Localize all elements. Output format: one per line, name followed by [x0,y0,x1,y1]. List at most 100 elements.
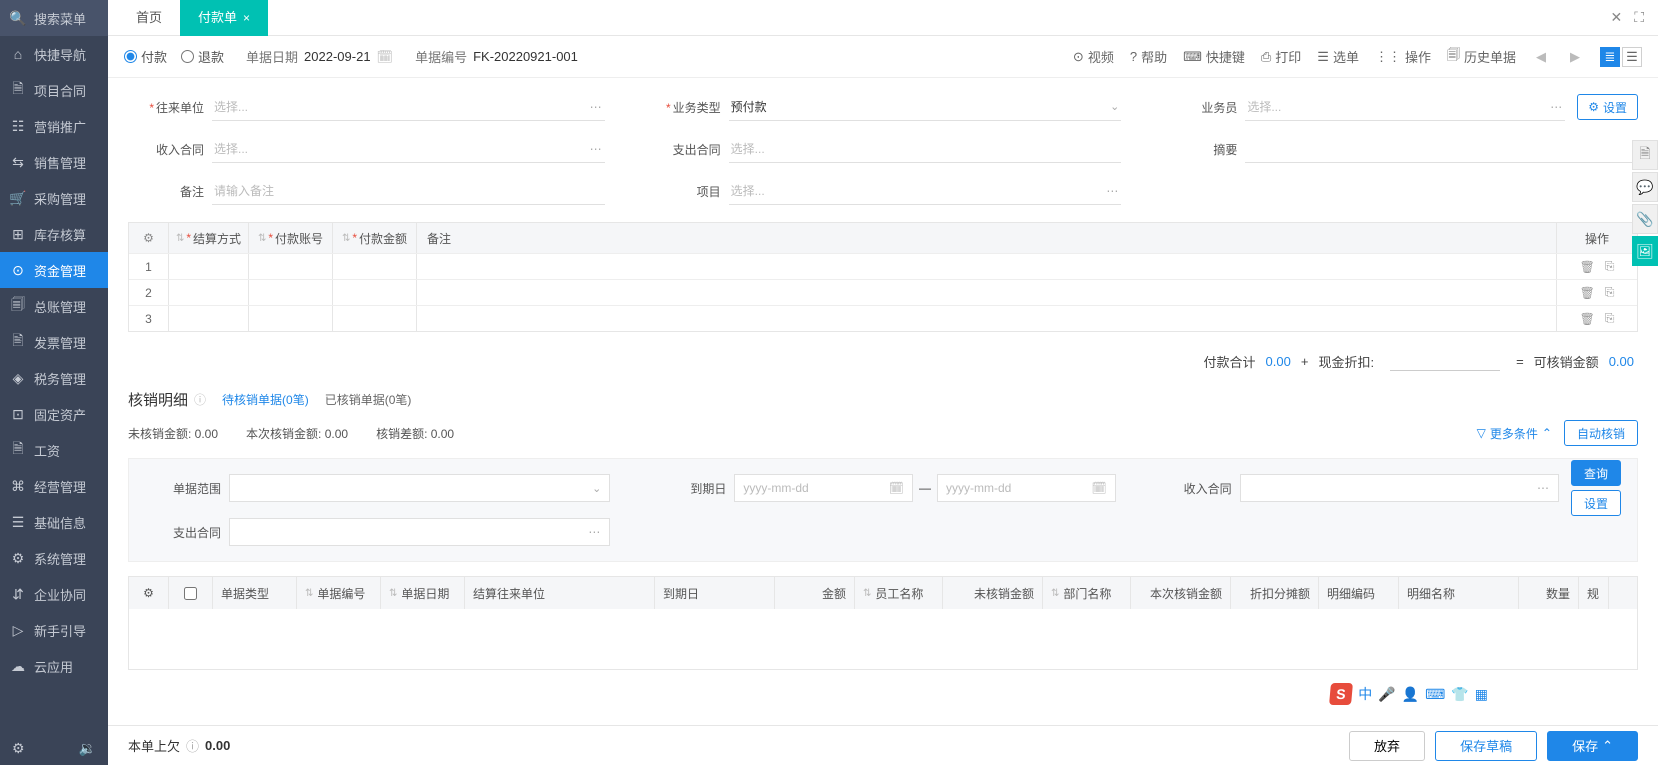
delete-icon[interactable]: 🗑 [1580,312,1595,326]
filter-income-input[interactable]: ⋯ [1240,474,1559,502]
sidebar-item-inventory[interactable]: ⊞库存核算 [0,216,108,252]
employee-input[interactable]: 选择...⋯ [1245,93,1565,121]
save-button[interactable]: 保存⌃ [1547,731,1638,761]
sort-icon[interactable]: ⇅ [389,588,397,599]
date-label: 单据日期 [246,47,298,66]
link-print[interactable]: ⎙打印 [1261,47,1301,66]
sidebar-item-collab[interactable]: ⇵企业协同 [0,576,108,612]
sort-icon[interactable]: ⇅ [176,233,184,244]
list-icon: ☰ [10,514,26,530]
sidebar-item-tax[interactable]: ◈税务管理 [0,360,108,396]
prev-icon[interactable]: ◀ [1532,49,1550,65]
link-history[interactable]: 🗐历史单据 [1447,46,1516,68]
close-icon[interactable]: ✕ [1610,9,1622,26]
link-options[interactable]: ☰选单 [1317,47,1359,66]
copy-icon[interactable]: ⎘ [1605,311,1615,326]
gear-icon[interactable]: ⚙ [129,577,169,609]
info-icon[interactable]: ⓘ [194,391,206,408]
right-dock: 🗎 💬 📎 🖼 [1632,140,1658,266]
sidebar-item-funds[interactable]: ⊙资金管理 [0,252,108,288]
delete-icon[interactable]: 🗑 [1580,286,1595,300]
tab-home[interactable]: 首页 [118,0,180,36]
summary-input[interactable] [1245,135,1638,163]
copy-icon[interactable]: ⎘ [1605,285,1615,300]
sidebar-item-basic[interactable]: ☰基础信息 [0,504,108,540]
filter-expense-input[interactable]: ⋯ [229,518,610,546]
tab-pending[interactable]: 待核销单据(0笔) [222,391,309,408]
project-input[interactable]: 选择...⋯ [729,177,1122,205]
sidebar-item-sales[interactable]: ⇆销售管理 [0,144,108,180]
sidebar: 🔍搜索菜单 ⌂快捷导航 🗎项目合同 ☷营销推广 ⇆销售管理 🛒采购管理 ⊞库存核… [0,0,108,765]
settings-button[interactable]: ⚙设置 [1577,94,1638,120]
sidebar-item-search[interactable]: 🔍搜索菜单 [0,0,108,36]
sidebar-item-invoice[interactable]: 🖹发票管理 [0,324,108,360]
viewmode-compact[interactable]: ☰ [1622,47,1642,67]
save-draft-button[interactable]: 保存草稿 [1435,731,1537,761]
filter-set-button[interactable]: 设置 [1571,490,1621,516]
sort-icon[interactable]: ⇅ [305,588,313,599]
link-operate[interactable]: ⋮⋮操作 [1375,47,1431,66]
sidebar-item-operation[interactable]: ⌘经营管理 [0,468,108,504]
gear-icon[interactable]: ⚙ [129,223,169,253]
grid-row[interactable]: 2🗑⎘ [129,279,1637,305]
sort-icon[interactable]: ⇅ [342,233,350,244]
sidebar-item-contract[interactable]: 🗎项目合同 [0,72,108,108]
copy-icon[interactable]: ⎘ [1605,259,1615,274]
expense-input[interactable]: 选择... [729,135,1122,163]
sort-icon[interactable]: ⇅ [863,588,871,599]
sidebar-item-purchase[interactable]: 🛒采购管理 [0,180,108,216]
fullscreen-icon[interactable]: ⛶ [1634,9,1644,26]
discount-input[interactable] [1390,353,1500,371]
radio-pay[interactable]: 付款 [124,47,167,66]
settings-icon[interactable]: ⚙ [12,740,25,757]
radio-refund[interactable]: 退款 [181,47,224,66]
delete-icon[interactable]: 🗑 [1580,260,1595,274]
checkbox-all[interactable] [184,587,197,600]
bottom-bar: 本单上欠 ⓘ 0.00 放弃 保存草稿 保存⌃ [108,725,1658,765]
sidebar-item-salary[interactable]: 🗎工资 [0,432,108,468]
date-to-input[interactable]: yyyy-mm-dd🗓 [937,474,1116,502]
date-from-input[interactable]: yyyy-mm-dd🗓 [734,474,913,502]
calendar-icon[interactable]: 🗓 [377,49,394,65]
query-button[interactable]: 查询 [1571,460,1621,486]
viewmode-detailed[interactable]: ≣ [1600,47,1620,67]
dock-attach-icon[interactable]: 📎 [1632,204,1658,234]
grid-row[interactable]: 1🗑⎘ [129,253,1637,279]
tab-payment[interactable]: 付款单 × [180,0,268,36]
sidebar-item-cloud[interactable]: ☁云应用 [0,648,108,684]
sound-icon[interactable]: 🔉 [79,740,96,757]
sidebar-item-guide[interactable]: ▷新手引导 [0,612,108,648]
help-icon: ? [1130,49,1137,64]
income-input[interactable]: 选择...⋯ [212,135,605,163]
sidebar-item-ledger[interactable]: 🗐总账管理 [0,288,108,324]
link-help[interactable]: ?帮助 [1130,47,1167,66]
sidebar-item-marketing[interactable]: ☷营销推广 [0,108,108,144]
more-filter-link[interactable]: ▽更多条件⌃ [1477,425,1552,442]
tab-close-icon[interactable]: × [243,0,250,36]
unit-input[interactable]: 选择...⋯ [212,93,605,121]
operate-icon: ⋮⋮ [1375,49,1401,65]
sort-icon[interactable]: ⇅ [1051,588,1059,599]
sidebar-item-quicknav[interactable]: ⌂快捷导航 [0,36,108,72]
auto-writeoff-button[interactable]: 自动核销 [1564,420,1638,446]
sort-icon[interactable]: ⇅ [258,233,266,244]
dock-note-icon[interactable]: 🗎 [1632,140,1658,170]
link-video[interactable]: ⊙视频 [1073,47,1114,66]
tab-done[interactable]: 已核销单据(0笔) [325,391,412,408]
sidebar-item-system[interactable]: ⚙系统管理 [0,540,108,576]
link-shortcut[interactable]: ⌨快捷键 [1183,47,1245,66]
grid-row[interactable]: 3🗑⎘ [129,305,1637,331]
remark-input[interactable]: 请输入备注 [212,177,605,205]
date-value[interactable]: 2022-09-21 [304,49,371,64]
sidebar-item-assets[interactable]: ⊡固定资产 [0,396,108,432]
dock-chat-icon[interactable]: 💬 [1632,172,1658,202]
biztype-select[interactable]: 预付款⌄ [729,93,1122,121]
next-icon[interactable]: ▶ [1566,49,1584,65]
gear-icon: ⚙ [10,550,26,566]
dock-image-icon[interactable]: 🖼 [1632,236,1658,266]
calendar-icon: 🗓 [1091,481,1106,495]
abandon-button[interactable]: 放弃 [1349,731,1425,761]
info-icon[interactable]: ⓘ [186,736,199,755]
range-select[interactable]: ⌄ [229,474,610,502]
stat-thiswrite: 本次核销金额: 0.00 [246,425,348,442]
